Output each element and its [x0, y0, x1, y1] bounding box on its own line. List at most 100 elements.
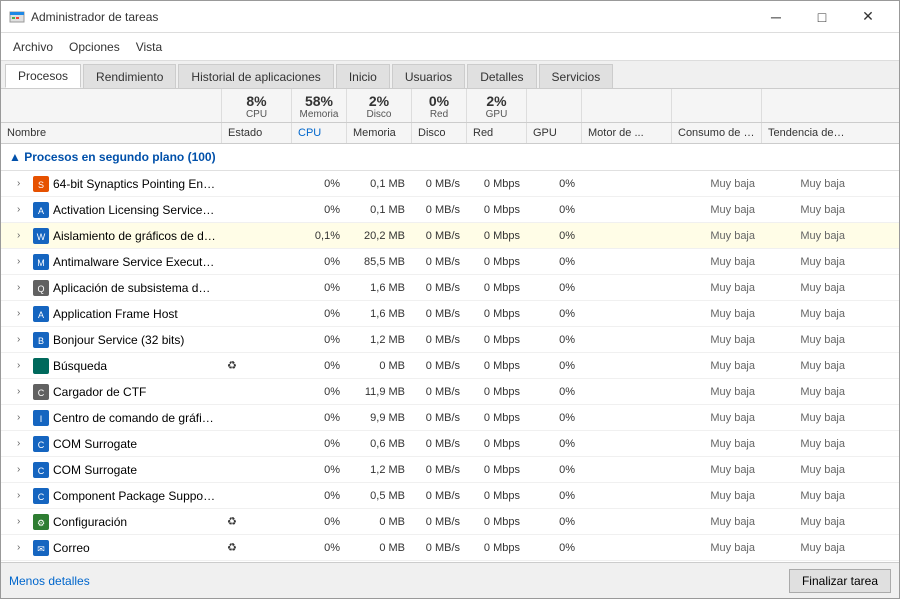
process-motor [581, 494, 671, 498]
col-tendencia[interactable]: Tendencia de ... [761, 123, 851, 143]
expand-icon[interactable]: › [17, 334, 29, 346]
process-memory: 1,6 MB [346, 280, 411, 296]
table-row[interactable]: › ⚙ Configuración ♻ 0% 0 MB 0 MB/s 0 Mbp… [1, 509, 899, 535]
maximize-button[interactable]: □ [799, 1, 845, 33]
process-disk: 0 MB/s [411, 488, 466, 504]
process-memory: 1,2 MB [346, 332, 411, 348]
table-row[interactable]: › M Antimalware Service Executable 0% 85… [1, 249, 899, 275]
table-row[interactable]: › A Application Frame Host 0% 1,6 MB 0 M… [1, 301, 899, 327]
process-name: Configuración [53, 515, 127, 529]
tab-historial[interactable]: Historial de aplicaciones [178, 64, 333, 88]
process-consumo: Muy baja [671, 384, 761, 400]
memory-percent: 58% [294, 93, 344, 109]
process-memory: 0,1 MB [346, 176, 411, 192]
expand-icon[interactable]: › [17, 308, 29, 320]
table-row[interactable]: › S 64-bit Synaptics Pointing Enhance Se… [1, 171, 899, 197]
expand-icon[interactable]: › [17, 490, 29, 502]
table-row[interactable]: › C Cargador de CTF 0% 11,9 MB 0 MB/s 0 … [1, 379, 899, 405]
table-row[interactable]: › C COM Surrogate 0% 1,2 MB 0 MB/s 0 Mbp… [1, 457, 899, 483]
less-details-link[interactable]: Menos detalles [9, 574, 90, 588]
table-row[interactable]: › ✉ Correo ♻ 0% 0 MB 0 MB/s 0 Mbps 0% Mu… [1, 535, 899, 561]
cpu-label: CPU [224, 109, 289, 120]
process-cpu: 0% [291, 514, 346, 530]
table-row[interactable]: › C COM Surrogate 0% 0,6 MB 0 MB/s 0 Mbp… [1, 431, 899, 457]
tab-procesos[interactable]: Procesos [5, 64, 81, 88]
tab-servicios[interactable]: Servicios [539, 64, 614, 88]
expand-icon[interactable]: › [17, 204, 29, 216]
tab-detalles[interactable]: Detalles [467, 64, 536, 88]
process-network: 0 Mbps [466, 332, 526, 348]
expand-icon[interactable]: › [17, 516, 29, 528]
menu-vista[interactable]: Vista [128, 36, 170, 58]
menu-opciones[interactable]: Opciones [61, 36, 128, 58]
col-motor[interactable]: Motor de ... [581, 123, 671, 143]
expand-icon[interactable]: › [17, 360, 29, 372]
process-tendencia: Muy baja [761, 332, 851, 348]
process-gpu: 0% [526, 384, 581, 400]
end-task-button[interactable]: Finalizar tarea [789, 569, 891, 593]
menu-archivo[interactable]: Archivo [5, 36, 61, 58]
expand-icon[interactable]: › [17, 412, 29, 424]
col-consumo[interactable]: Consumo de e... [671, 123, 761, 143]
process-network: 0 Mbps [466, 254, 526, 270]
gpu-percent: 2% [469, 93, 524, 109]
table-row[interactable]: › C Component Package Support Server 0% … [1, 483, 899, 509]
table-row[interactable]: › A Activation Licensing Service (32 bit… [1, 197, 899, 223]
stat-motor [526, 89, 581, 122]
col-estado[interactable]: Estado [221, 123, 291, 143]
process-network: 0 Mbps [466, 540, 526, 556]
table-row[interactable]: › Búsqueda ♻ 0% 0 MB 0 MB/s 0 Mbps 0% Mu… [1, 353, 899, 379]
process-table[interactable]: ▲ Procesos en segundo plano (100) › S 64… [1, 144, 899, 562]
expand-icon[interactable]: › [17, 464, 29, 476]
process-gpu: 0% [526, 410, 581, 426]
process-gpu: 0% [526, 358, 581, 374]
process-disk: 0 MB/s [411, 540, 466, 556]
minimize-button[interactable]: ─ [753, 1, 799, 33]
col-nombre[interactable]: Nombre [1, 123, 221, 143]
table-row[interactable]: › Q Aplicación de subsistema de cola 0% … [1, 275, 899, 301]
column-headers: Nombre Estado CPU Memoria Disco Red GPU … [1, 123, 899, 144]
stat-disk: 2% Disco [346, 89, 411, 122]
col-red[interactable]: Red [466, 123, 526, 143]
stat-cpu: 8% CPU [221, 89, 291, 122]
col-disco[interactable]: Disco [411, 123, 466, 143]
expand-icon[interactable]: › [17, 438, 29, 450]
group-header-background[interactable]: ▲ Procesos en segundo plano (100) [1, 144, 899, 171]
col-gpu[interactable]: GPU [526, 123, 581, 143]
process-name-cell: › C COM Surrogate [1, 434, 221, 454]
expand-icon[interactable]: › [17, 256, 29, 268]
process-name-cell: › W Aislamiento de gráficos de dispositi… [1, 226, 221, 246]
tab-rendimiento[interactable]: Rendimiento [83, 64, 176, 88]
process-motor [581, 364, 671, 368]
process-consumo: Muy baja [671, 462, 761, 478]
expand-icon[interactable]: › [17, 178, 29, 190]
expand-icon[interactable]: › [17, 542, 29, 554]
process-gpu: 0% [526, 254, 581, 270]
svg-text:A: A [38, 206, 44, 216]
table-row[interactable]: › I Centro de comando de gráficos Intel®… [1, 405, 899, 431]
process-memory: 1,2 MB [346, 462, 411, 478]
process-status [221, 390, 291, 394]
network-label: Red [414, 109, 464, 120]
expand-icon[interactable]: › [17, 282, 29, 294]
process-gpu: 0% [526, 306, 581, 322]
process-disk: 0 MB/s [411, 280, 466, 296]
process-disk: 0 MB/s [411, 254, 466, 270]
col-memoria[interactable]: Memoria [346, 123, 411, 143]
table-row[interactable]: › W Aislamiento de gráficos de dispositi… [1, 223, 899, 249]
col-cpu[interactable]: CPU [291, 123, 346, 143]
process-network: 0 Mbps [466, 280, 526, 296]
table-row[interactable]: › B Bonjour Service (32 bits) 0% 1,2 MB … [1, 327, 899, 353]
process-name-cell: › Búsqueda [1, 356, 221, 376]
tab-usuarios[interactable]: Usuarios [392, 64, 465, 88]
process-tendencia: Muy baja [761, 254, 851, 270]
process-cpu: 0% [291, 176, 346, 192]
tab-inicio[interactable]: Inicio [336, 64, 390, 88]
process-cpu: 0% [291, 306, 346, 322]
expand-icon[interactable]: › [17, 230, 29, 242]
process-icon: S [33, 176, 49, 192]
close-button[interactable]: ✕ [845, 1, 891, 33]
process-name-cell: › S 64-bit Synaptics Pointing Enhance Se… [1, 174, 221, 194]
process-cpu: 0% [291, 540, 346, 556]
expand-icon[interactable]: › [17, 386, 29, 398]
